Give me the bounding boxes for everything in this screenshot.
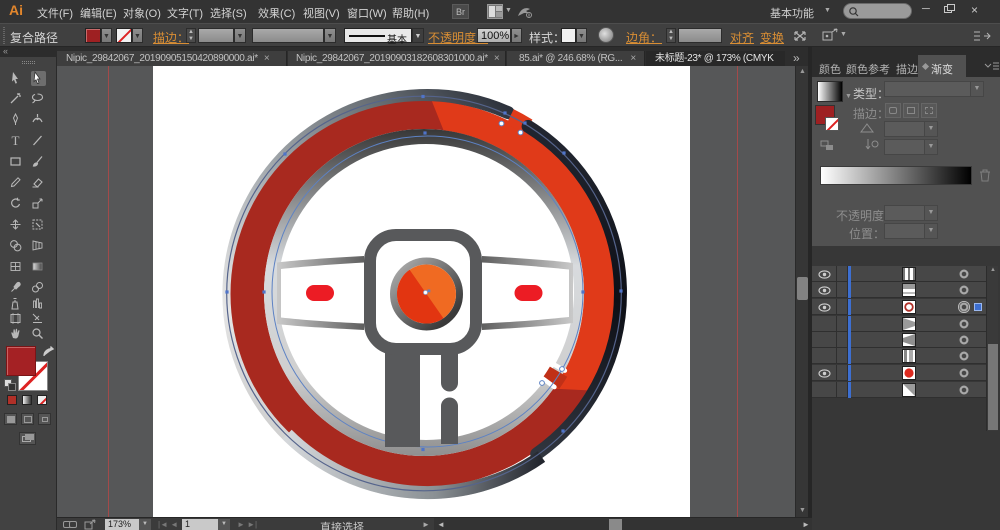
svg-text:T: T — [12, 134, 20, 147]
